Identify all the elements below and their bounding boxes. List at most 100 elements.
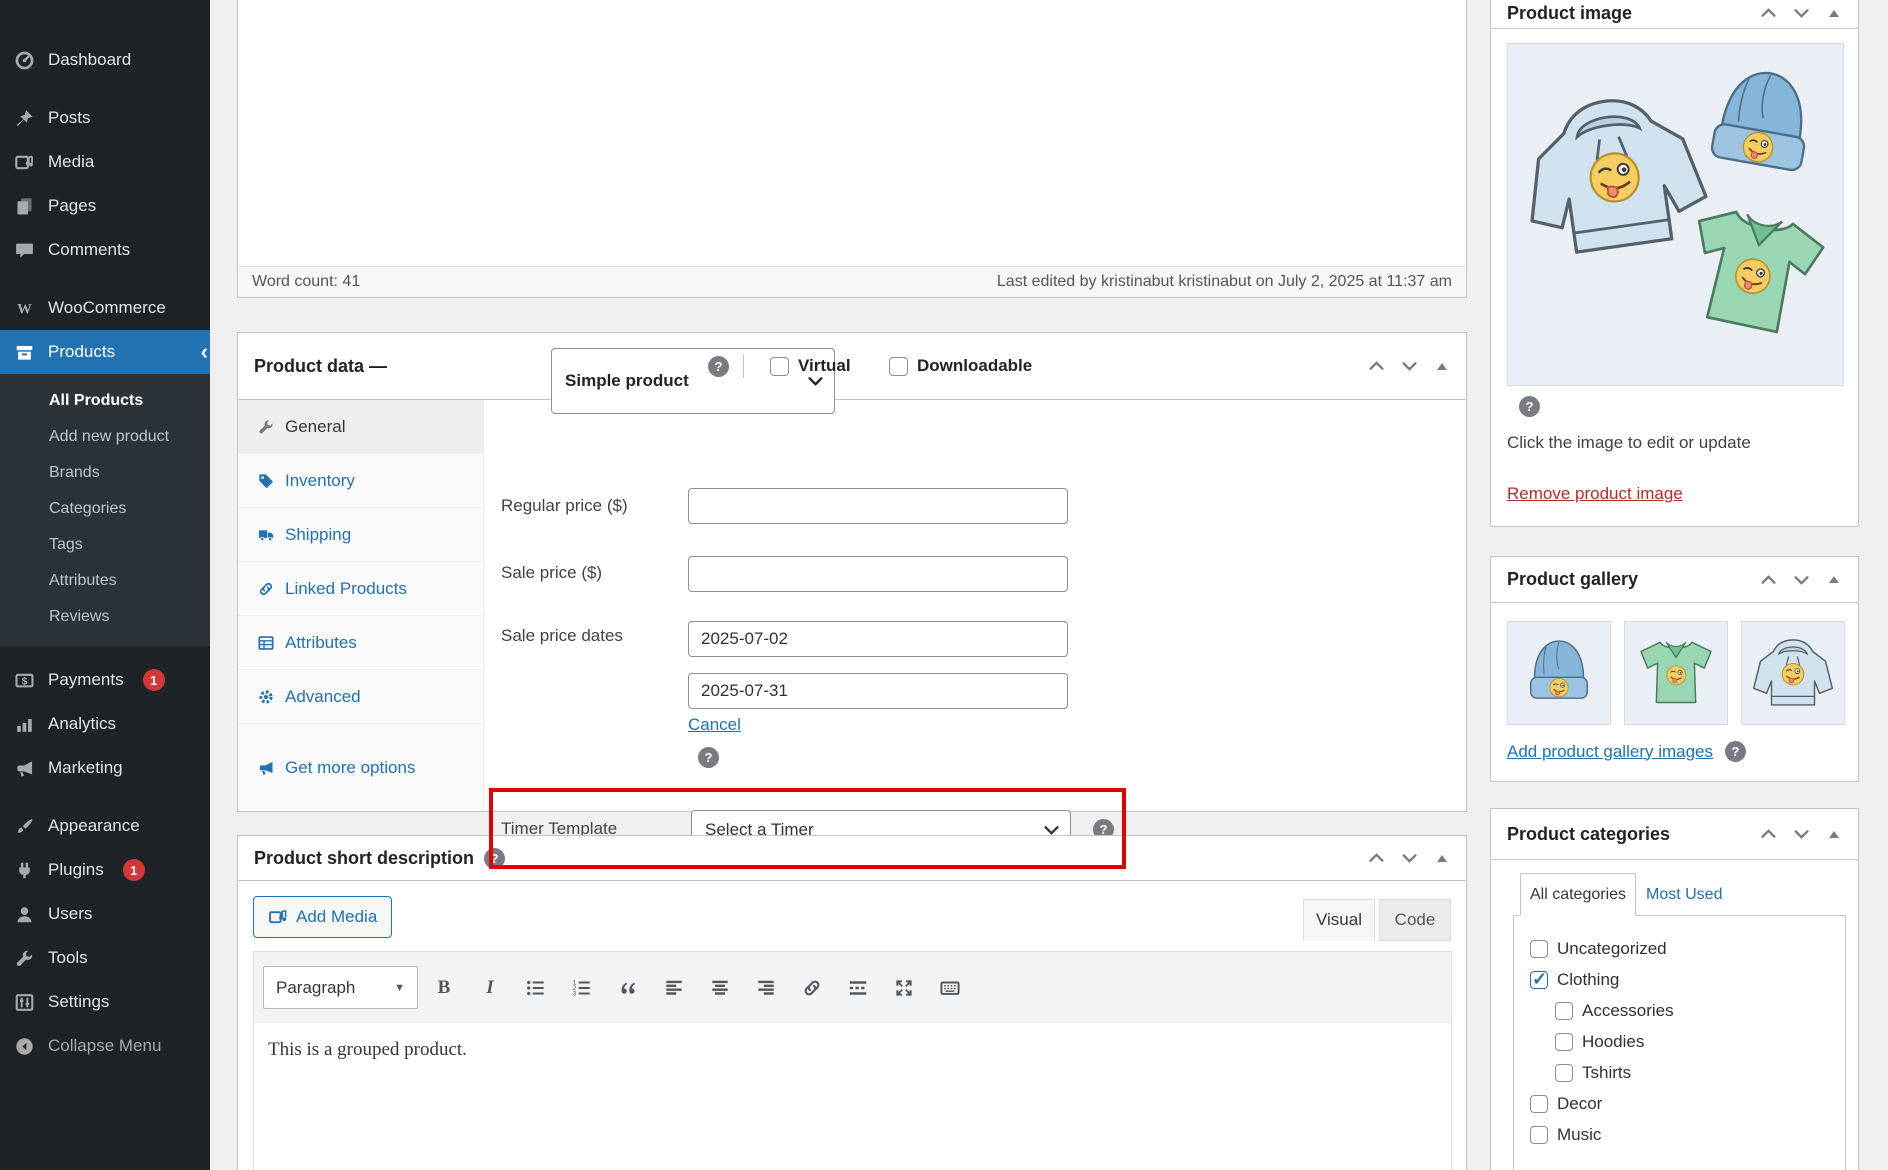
tab-attributes[interactable]: Attributes <box>238 616 483 670</box>
add-media-button[interactable]: Add Media <box>253 896 392 938</box>
submenu-item-brands[interactable]: Brands <box>0 455 210 491</box>
toggle-panel-icon[interactable] <box>1434 358 1450 374</box>
short-description-panel: Product short description ? Add Media Vi… <box>237 835 1467 1170</box>
sale-date-from-input[interactable] <box>688 621 1068 657</box>
move-down-icon[interactable] <box>1793 572 1809 588</box>
product-image-thumbnail[interactable] <box>1507 43 1844 386</box>
tab-label: Attributes <box>285 633 357 653</box>
submenu-item-add-new-product[interactable]: Add new product <box>0 419 210 455</box>
remove-product-image-link[interactable]: Remove product image <box>1507 484 1683 504</box>
category-checkbox[interactable] <box>1555 1064 1573 1082</box>
sidebar-item-pages[interactable]: Pages <box>0 184 210 228</box>
tab-get-more-options[interactable]: Get more options <box>238 724 483 812</box>
gallery-thumb-beanie[interactable] <box>1507 621 1611 725</box>
sidebar-item-plugins[interactable]: Plugins1 <box>0 848 210 892</box>
sidebar-item-dashboard[interactable]: Dashboard <box>0 38 210 82</box>
add-gallery-images-link[interactable]: Add product gallery images <box>1507 742 1713 762</box>
sidebar-item-settings[interactable]: Settings <box>0 980 210 1024</box>
italic-button[interactable]: I <box>470 966 510 1009</box>
move-down-icon[interactable] <box>1401 358 1417 374</box>
tab-general[interactable]: General <box>238 400 483 454</box>
toggle-panel-icon[interactable] <box>1826 826 1842 842</box>
numbered-list-button[interactable] <box>562 966 602 1009</box>
tab-label: Get more options <box>285 758 415 778</box>
submenu-item-all-products[interactable]: All Products <box>0 383 210 419</box>
category-checkbox[interactable] <box>1530 1126 1548 1144</box>
move-up-icon[interactable] <box>1368 358 1384 374</box>
sidebar-item-collapse-menu[interactable]: Collapse Menu <box>0 1024 210 1068</box>
tab-advanced[interactable]: Advanced <box>238 670 483 724</box>
category-checkbox[interactable] <box>1530 971 1548 989</box>
sale-date-to-input[interactable] <box>688 673 1068 709</box>
megaphone-icon <box>14 758 35 779</box>
wordpress-product-edit-screen: W $ 123 <box>0 0 1888 1170</box>
tab-all-categories[interactable]: All categories <box>1520 873 1636 916</box>
category-checkbox[interactable] <box>1530 1095 1548 1113</box>
sidebar-item-comments[interactable]: Comments <box>0 228 210 272</box>
sliders-icon <box>14 992 35 1013</box>
cancel-sale-dates-link[interactable]: Cancel <box>688 715 741 735</box>
sidebar-item-users[interactable]: Users <box>0 892 210 936</box>
regular-price-input[interactable] <box>688 488 1068 524</box>
dashboard-icon <box>14 50 35 71</box>
product-data-body: General Inventory Shipping Linked Produc… <box>238 400 1466 811</box>
downloadable-checkbox[interactable] <box>889 357 908 376</box>
sidebar-item-marketing[interactable]: Marketing <box>0 746 210 790</box>
category-checkbox[interactable] <box>1555 1002 1573 1020</box>
sidebar-item-label: Appearance <box>48 816 140 836</box>
gallery-help-icon[interactable]: ? <box>1725 741 1746 762</box>
tab-most-used[interactable]: Most Used <box>1646 873 1722 916</box>
sidebar-item-media[interactable]: Media <box>0 140 210 184</box>
move-down-icon[interactable] <box>1401 850 1417 866</box>
align-right-button[interactable] <box>746 966 786 1009</box>
toggle-panel-icon[interactable] <box>1826 572 1842 588</box>
category-checkbox[interactable] <box>1555 1033 1573 1051</box>
fullscreen-button[interactable] <box>884 966 924 1009</box>
paragraph-format-select[interactable]: Paragraph ▼ <box>263 966 418 1009</box>
sidebar-item-analytics[interactable]: Analytics <box>0 702 210 746</box>
category-checkbox[interactable] <box>1530 940 1548 958</box>
product-type-help-icon[interactable]: ? <box>708 356 729 377</box>
bold-button[interactable]: B <box>424 966 464 1009</box>
sidebar-item-appearance[interactable]: Appearance <box>0 804 210 848</box>
align-center-button[interactable] <box>700 966 740 1009</box>
move-down-icon[interactable] <box>1793 826 1809 842</box>
tab-inventory[interactable]: Inventory <box>238 454 483 508</box>
panel-handles <box>1760 5 1842 24</box>
gallery-thumb-hoodie[interactable] <box>1741 621 1845 725</box>
sidebar-item-payments[interactable]: Payments1 <box>0 658 210 702</box>
submenu-item-reviews[interactable]: Reviews <box>0 599 210 635</box>
move-up-icon[interactable] <box>1368 850 1384 866</box>
align-left-button[interactable] <box>654 966 694 1009</box>
gallery-thumb-tshirt[interactable] <box>1624 621 1728 725</box>
toggle-panel-icon[interactable] <box>1826 5 1842 21</box>
bulleted-list-button[interactable] <box>516 966 556 1009</box>
virtual-checkbox[interactable] <box>770 357 789 376</box>
sidebar-item-woocommerce[interactable]: WooCommerce <box>0 286 210 330</box>
tab-linked-products[interactable]: Linked Products <box>238 562 483 616</box>
blockquote-button[interactable] <box>608 966 648 1009</box>
sale-dates-help-icon[interactable]: ? <box>698 747 719 768</box>
sidebar-item-posts[interactable]: Posts <box>0 96 210 140</box>
tab-shipping[interactable]: Shipping <box>238 508 483 562</box>
tab-visual[interactable]: Visual <box>1303 899 1375 941</box>
move-up-icon[interactable] <box>1760 826 1776 842</box>
read-more-button[interactable] <box>838 966 878 1009</box>
short-description-help-icon[interactable]: ? <box>484 848 505 869</box>
toggle-panel-icon[interactable] <box>1434 850 1450 866</box>
sale-price-input[interactable] <box>688 556 1068 592</box>
brush-icon <box>14 816 35 837</box>
short-description-content[interactable]: This is a grouped product. <box>253 1023 1452 1170</box>
submenu-item-tags[interactable]: Tags <box>0 527 210 563</box>
insert-link-button[interactable] <box>792 966 832 1009</box>
submenu-item-categories[interactable]: Categories <box>0 491 210 527</box>
submenu-item-attributes[interactable]: Attributes <box>0 563 210 599</box>
product-image-help-icon[interactable]: ? <box>1519 396 1540 417</box>
move-up-icon[interactable] <box>1760 572 1776 588</box>
sidebar-item-products[interactable]: Products‹ <box>0 330 210 374</box>
sidebar-item-tools[interactable]: Tools <box>0 936 210 980</box>
toolbar-toggle-button[interactable] <box>930 966 970 1009</box>
move-down-icon[interactable] <box>1793 5 1809 21</box>
move-up-icon[interactable] <box>1760 5 1776 21</box>
tab-code[interactable]: Code <box>1379 899 1451 941</box>
